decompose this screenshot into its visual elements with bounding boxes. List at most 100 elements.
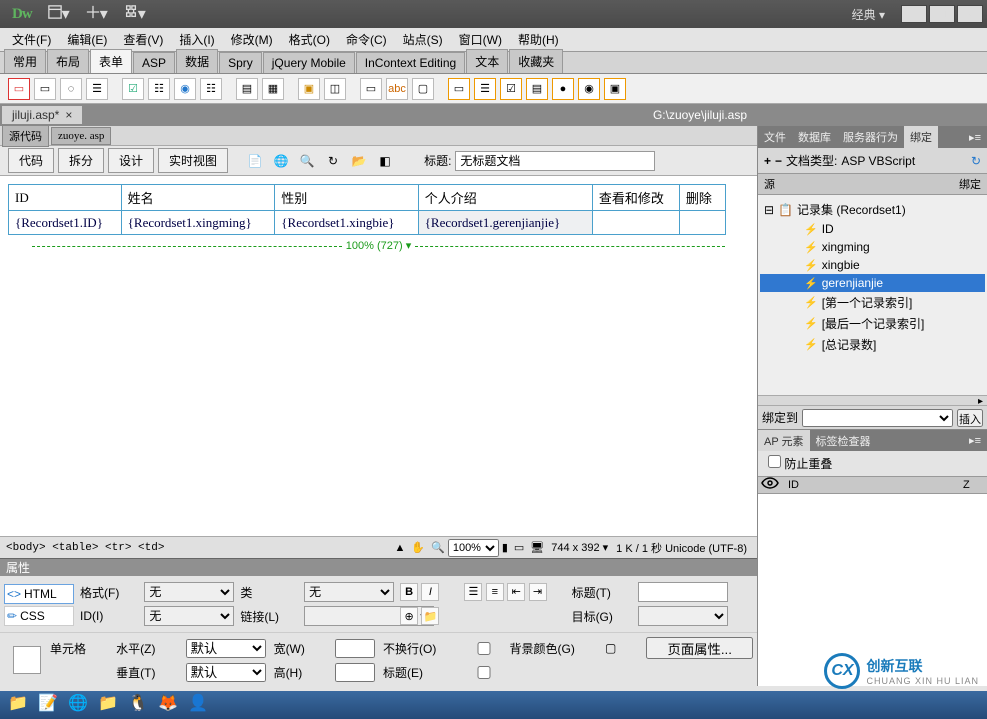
taskbar-item[interactable]: 👤: [188, 693, 216, 717]
tablet-size-icon[interactable]: ▭: [511, 541, 527, 554]
properties-header[interactable]: 属性: [0, 558, 757, 576]
tooltab-common[interactable]: 常用: [4, 49, 46, 73]
header-cell-name[interactable]: 姓名: [121, 185, 275, 211]
nowrap-checkbox[interactable]: [466, 642, 501, 655]
menu-help[interactable]: 帮助(H): [510, 29, 567, 50]
source-code-tab[interactable]: 源代码: [2, 125, 49, 147]
field-gerenjianjie[interactable]: ⚡gerenjianjie: [760, 274, 985, 292]
document-tab-close-icon[interactable]: ×: [65, 108, 72, 122]
workspace-switcher[interactable]: 经典 ▾: [848, 4, 889, 25]
zoom-tool-icon[interactable]: 🔍: [428, 541, 448, 554]
live-view-button[interactable]: 实时视图: [158, 148, 228, 173]
minimize-button[interactable]: —: [901, 5, 927, 23]
expand-icon[interactable]: ⊟: [764, 203, 774, 217]
data-cell-intro[interactable]: {Recordset1.gerenjianjie}: [418, 211, 592, 235]
header-cell-viewedit[interactable]: 查看和修改: [592, 185, 679, 211]
checkbox-icon[interactable]: ☑: [122, 78, 144, 100]
panel-options-icon[interactable]: ▸≡: [963, 128, 987, 147]
menu-edit[interactable]: 编辑(E): [59, 29, 115, 50]
add-binding-icon[interactable]: +: [764, 154, 771, 168]
field-first-index[interactable]: ⚡[第一个记录索引]: [760, 292, 985, 313]
close-button[interactable]: ✕: [957, 5, 983, 23]
layout-menu-icon[interactable]: ▾: [40, 0, 78, 28]
bgcolor-picker[interactable]: ▢: [605, 641, 638, 655]
document-tab[interactable]: jiluji.asp* ×: [2, 106, 82, 124]
design-table[interactable]: ID 姓名 性别 个人介绍 查看和修改 删除 {Recordset1.ID} {…: [8, 184, 726, 235]
bold-icon[interactable]: B: [400, 583, 418, 601]
code-view-button[interactable]: 代码: [8, 148, 54, 173]
browse-folder-icon[interactable]: 📁: [421, 607, 439, 625]
taskbar-item[interactable]: 📝: [38, 693, 66, 717]
remove-binding-icon[interactable]: −: [775, 154, 782, 168]
design-view-button[interactable]: 设计: [108, 148, 154, 173]
menu-site[interactable]: 站点(S): [395, 29, 451, 50]
textfield-icon[interactable]: ▭: [34, 78, 56, 100]
window-size[interactable]: 744 x 392 ▾: [547, 541, 612, 554]
header-cell-id[interactable]: ID: [9, 185, 122, 211]
prevent-overlap-checkbox[interactable]: [768, 455, 781, 468]
ul-icon[interactable]: ☰: [464, 583, 482, 601]
mobile-size-icon[interactable]: ▮: [499, 541, 511, 554]
document-title-input[interactable]: [455, 151, 655, 171]
panel-options-icon[interactable]: ▸≡: [963, 431, 987, 450]
label-icon[interactable]: abc: [386, 78, 408, 100]
panel-tab-bindings[interactable]: 绑定: [904, 126, 938, 148]
linked-file-tab[interactable]: zuoye. asp: [51, 127, 111, 145]
header-checkbox[interactable]: [466, 666, 501, 679]
data-cell-name[interactable]: {Recordset1.xingming}: [121, 211, 275, 235]
point-to-file-icon[interactable]: ⊕: [400, 607, 418, 625]
hscroll-right-icon[interactable]: ▸: [974, 396, 987, 405]
menu-format[interactable]: 格式(O): [281, 29, 338, 50]
field-last-index[interactable]: ⚡[最后一个记录索引]: [760, 313, 985, 334]
spry-radio-icon[interactable]: ▣: [604, 78, 626, 100]
refresh-icon[interactable]: ↻: [322, 150, 344, 172]
taskbar-item[interactable]: 🦊: [158, 693, 186, 717]
menu-modify[interactable]: 修改(M): [223, 29, 281, 50]
radiogroup-icon[interactable]: ☷: [200, 78, 222, 100]
tooltab-asp[interactable]: ASP: [133, 52, 175, 73]
panel-tab-files[interactable]: 文件: [758, 126, 792, 148]
visual-aids-icon[interactable]: ◧: [374, 150, 396, 172]
tag-selector[interactable]: <body> <table> <tr> <td>: [6, 542, 164, 554]
height-input[interactable]: [335, 663, 375, 682]
extend-menu-icon[interactable]: ▾: [78, 0, 116, 28]
maximize-button[interactable]: □: [929, 5, 955, 23]
desktop-size-icon[interactable]: 🖥: [527, 541, 547, 554]
imagefield-icon[interactable]: ▣: [298, 78, 320, 100]
form-icon[interactable]: ▭: [8, 78, 30, 100]
fieldset-icon[interactable]: ▢: [412, 78, 434, 100]
spry-confirm-icon[interactable]: ◉: [578, 78, 600, 100]
taskbar-item[interactable]: 🐧: [128, 693, 156, 717]
panel-tab-serverbehaviors[interactable]: 服务器行为: [837, 126, 904, 148]
data-cell-id[interactable]: {Recordset1.ID}: [9, 211, 122, 235]
recordset-node[interactable]: ⊟ 📋 记录集 (Recordset1): [760, 199, 985, 220]
title-input[interactable]: [638, 582, 728, 602]
live-code-icon[interactable]: 📄: [244, 150, 266, 172]
design-canvas[interactable]: ID 姓名 性别 个人介绍 查看和修改 删除 {Recordset1.ID} {…: [0, 176, 757, 536]
class-select[interactable]: 无: [304, 582, 394, 602]
target-select[interactable]: [638, 606, 728, 626]
split-view-button[interactable]: 拆分: [58, 148, 104, 173]
insert-binding-button[interactable]: 插入: [957, 409, 983, 427]
tooltab-forms[interactable]: 表单: [90, 49, 132, 73]
field-id[interactable]: ⚡ID: [760, 220, 985, 238]
page-props-button[interactable]: 页面属性...: [646, 637, 753, 659]
panel-tab-ap[interactable]: AP 元素: [758, 430, 810, 452]
id-select[interactable]: 无: [144, 606, 234, 626]
tooltab-data[interactable]: 数据: [176, 49, 218, 73]
indent-icon[interactable]: ⇥: [529, 583, 547, 601]
checkboxgroup-icon[interactable]: ☷: [148, 78, 170, 100]
taskbar-item[interactable]: 📁: [8, 693, 36, 717]
horiz-select[interactable]: 默认: [186, 639, 266, 658]
taskbar-item[interactable]: 📁: [98, 693, 126, 717]
field-xingbie[interactable]: ⚡xingbie: [760, 256, 985, 274]
button-icon[interactable]: ▭: [360, 78, 382, 100]
hand-tool-icon[interactable]: ✋: [408, 541, 428, 554]
vert-select[interactable]: 默认: [186, 663, 266, 682]
header-cell-delete[interactable]: 删除: [679, 185, 725, 211]
menu-view[interactable]: 查看(V): [115, 29, 171, 50]
data-cell-delete[interactable]: [679, 211, 725, 235]
outdent-icon[interactable]: ⇤: [507, 583, 525, 601]
table-header-row[interactable]: ID 姓名 性别 个人介绍 查看和修改 删除: [9, 185, 726, 211]
field-xingming[interactable]: ⚡xingming: [760, 238, 985, 256]
